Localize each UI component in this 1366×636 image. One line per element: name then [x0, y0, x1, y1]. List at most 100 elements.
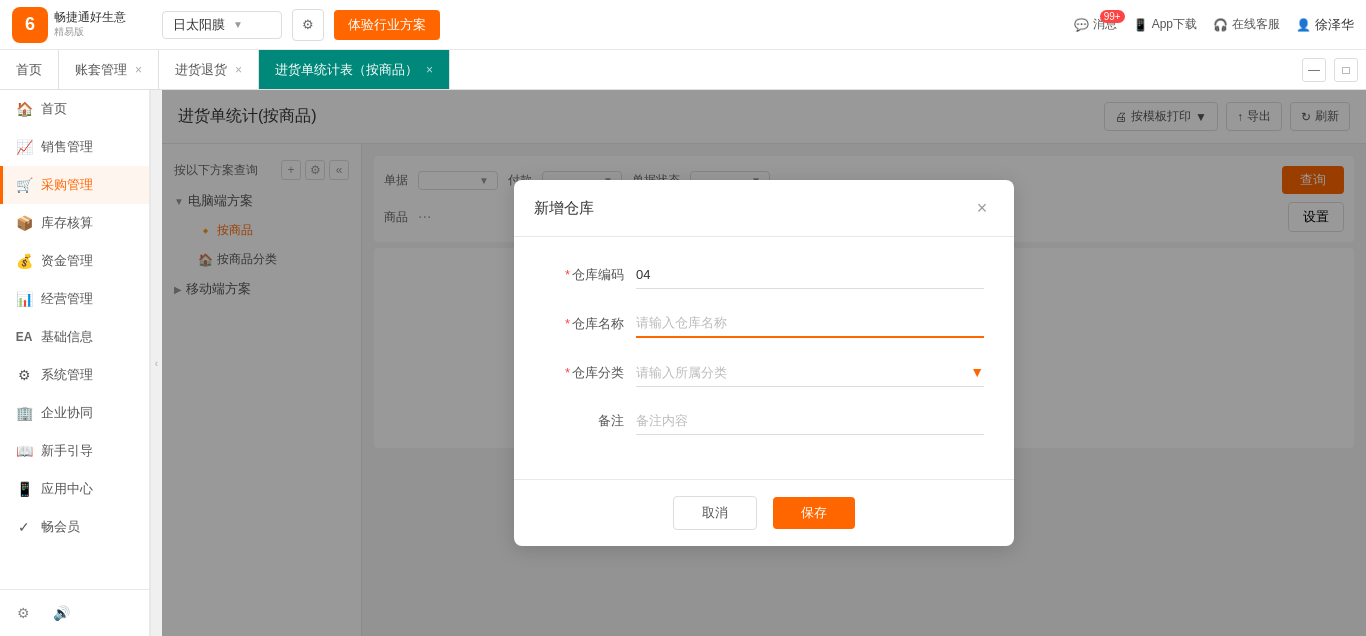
vip-icon: ✓: [15, 518, 33, 536]
sidebar-item-inventory[interactable]: 📦 库存核算: [0, 204, 149, 242]
apps-icon: 📱: [15, 480, 33, 498]
sales-icon: 📈: [15, 138, 33, 156]
operations-icon: 📊: [15, 290, 33, 308]
tab-maximize-button[interactable]: □: [1334, 58, 1358, 82]
user-profile-item[interactable]: 👤 徐泽华: [1296, 16, 1354, 34]
tab-minimize-button[interactable]: —: [1302, 58, 1326, 82]
form-row-remark: 备注: [544, 407, 984, 435]
modal-add-warehouse: 新增仓库 × 仓库编码 仓库名称 仓库分类: [514, 180, 1014, 546]
form-row-name: 仓库名称: [544, 309, 984, 338]
brand-sub: 精易版: [54, 25, 126, 39]
sidebar-operations-label: 经营管理: [41, 290, 93, 308]
experience-button[interactable]: 体验行业方案: [334, 10, 440, 40]
tab-home-label: 首页: [16, 61, 42, 79]
tab-purchase-return[interactable]: 进货退货 ×: [159, 50, 259, 89]
warehouse-category-select[interactable]: ▼: [636, 358, 984, 387]
logo-area: 6 畅捷通好生意 精易版: [12, 7, 162, 43]
main-layout: 🏠 首页 📈 销售管理 🛒 采购管理 📦 库存核算 💰 资金管理 📊 经: [0, 90, 1366, 636]
sidebar-audio-button[interactable]: 🔊: [46, 598, 76, 628]
top-nav: 6 畅捷通好生意 精易版 日太阳膜 ▼ ⚙ 体验行业方案 💬 消息 99+ 📱 …: [0, 0, 1366, 50]
modal-title: 新增仓库: [534, 199, 594, 218]
tab-account[interactable]: 账套管理 ×: [59, 50, 159, 89]
modal-overlay: 新增仓库 × 仓库编码 仓库名称 仓库分类: [162, 90, 1366, 636]
sidebar-sales-label: 销售管理: [41, 138, 93, 156]
sidebar-item-guide[interactable]: 📖 新手引导: [0, 432, 149, 470]
category-label: 仓库分类: [544, 364, 624, 382]
sidebar-item-operations[interactable]: 📊 经营管理: [0, 280, 149, 318]
sidebar-guide-label: 新手引导: [41, 442, 93, 460]
modal-header: 新增仓库 ×: [514, 180, 1014, 237]
sidebar-item-purchase[interactable]: 🛒 采购管理: [0, 166, 149, 204]
warehouse-category-input[interactable]: [636, 365, 970, 380]
notifications-item[interactable]: 💬 消息 99+: [1074, 16, 1117, 33]
online-service-item[interactable]: 🎧 在线客服: [1213, 16, 1280, 33]
category-dropdown-icon[interactable]: ▼: [970, 364, 984, 380]
tab-account-label: 账套管理: [75, 61, 127, 79]
user-name: 徐泽华: [1315, 16, 1354, 34]
tab-purchase-stats-label: 进货单统计表（按商品）: [275, 61, 418, 79]
sidebar-item-enterprise[interactable]: 🏢 企业协同: [0, 394, 149, 432]
sidebar-vip-label: 畅会员: [41, 518, 80, 536]
user-icon: 👤: [1296, 18, 1311, 32]
finance-icon: 💰: [15, 252, 33, 270]
sidebar-item-vip[interactable]: ✓ 畅会员: [0, 508, 149, 546]
tab-purchase-stats[interactable]: 进货单统计表（按商品） ×: [259, 50, 450, 89]
shop-selector[interactable]: 日太阳膜 ▼: [162, 11, 282, 39]
tab-account-close[interactable]: ×: [135, 63, 142, 77]
code-label: 仓库编码: [544, 266, 624, 284]
sidebar-item-home[interactable]: 🏠 首页: [0, 90, 149, 128]
guide-icon: 📖: [15, 442, 33, 460]
save-button[interactable]: 保存: [773, 497, 855, 529]
sidebar-collapse-handle[interactable]: ‹: [150, 90, 162, 636]
form-row-category: 仓库分类 ▼: [544, 358, 984, 387]
sidebar-purchase-label: 采购管理: [41, 176, 93, 194]
sidebar-item-basic-info[interactable]: EA 基础信息: [0, 318, 149, 356]
tab-purchase-return-close[interactable]: ×: [235, 63, 242, 77]
sidebar: 🏠 首页 📈 销售管理 🛒 采购管理 📦 库存核算 💰 资金管理 📊 经: [0, 90, 150, 636]
content-area: 进货单统计(按商品) 🖨 按模板打印 ▼ ↑ 导出 ↻ 刷新: [162, 90, 1366, 636]
sidebar-settings-button[interactable]: ⚙: [8, 598, 38, 628]
enterprise-icon: 🏢: [15, 404, 33, 422]
tab-bar: 首页 账套管理 × 进货退货 × 进货单统计表（按商品） × — □: [0, 50, 1366, 90]
basic-info-icon: EA: [15, 328, 33, 346]
warehouse-name-input[interactable]: [636, 309, 984, 338]
notifications-badge: 99+: [1100, 10, 1125, 23]
logo-icon: 6: [12, 7, 48, 43]
shop-selector-arrow: ▼: [233, 19, 243, 30]
purchase-icon: 🛒: [15, 176, 33, 194]
top-right-nav: 💬 消息 99+ 📱 App下载 🎧 在线客服 👤 徐泽华: [1074, 16, 1354, 34]
sidebar-system-label: 系统管理: [41, 366, 93, 384]
sidebar-apps-label: 应用中心: [41, 480, 93, 498]
notification-icon: 💬: [1074, 18, 1089, 32]
shop-name: 日太阳膜: [173, 16, 225, 34]
headset-icon: 🎧: [1213, 18, 1228, 32]
sidebar-item-sales[interactable]: 📈 销售管理: [0, 128, 149, 166]
sidebar-enterprise-label: 企业协同: [41, 404, 93, 422]
sidebar-item-system[interactable]: ⚙ 系统管理: [0, 356, 149, 394]
sidebar-bottom-actions: ⚙ 🔊: [0, 589, 149, 636]
sidebar-basic-info-label: 基础信息: [41, 328, 93, 346]
system-icon: ⚙: [15, 366, 33, 384]
gear-button[interactable]: ⚙: [292, 9, 324, 41]
sidebar-finance-label: 资金管理: [41, 252, 93, 270]
remark-label: 备注: [544, 412, 624, 430]
cancel-button[interactable]: 取消: [673, 496, 757, 530]
warehouse-code-input[interactable]: [636, 261, 984, 289]
online-service-label: 在线客服: [1232, 16, 1280, 33]
warehouse-remark-input[interactable]: [636, 407, 984, 435]
sidebar-item-finance[interactable]: 💰 资金管理: [0, 242, 149, 280]
tab-right-controls: — □: [1294, 50, 1366, 89]
modal-close-button[interactable]: ×: [970, 196, 994, 220]
tab-purchase-stats-close[interactable]: ×: [426, 63, 433, 77]
tab-purchase-return-label: 进货退货: [175, 61, 227, 79]
tab-home[interactable]: 首页: [0, 50, 59, 89]
home-icon: 🏠: [15, 100, 33, 118]
sidebar-wrapper: 🏠 首页 📈 销售管理 🛒 采购管理 📦 库存核算 💰 资金管理 📊 经: [0, 90, 162, 636]
phone-icon: 📱: [1133, 18, 1148, 32]
sidebar-item-apps[interactable]: 📱 应用中心: [0, 470, 149, 508]
app-download-item[interactable]: 📱 App下载: [1133, 16, 1197, 33]
modal-body: 仓库编码 仓库名称 仓库分类 ▼: [514, 237, 1014, 479]
sidebar-inventory-label: 库存核算: [41, 214, 93, 232]
app-download-label: App下载: [1152, 16, 1197, 33]
brand-name: 畅捷通好生意: [54, 10, 126, 26]
